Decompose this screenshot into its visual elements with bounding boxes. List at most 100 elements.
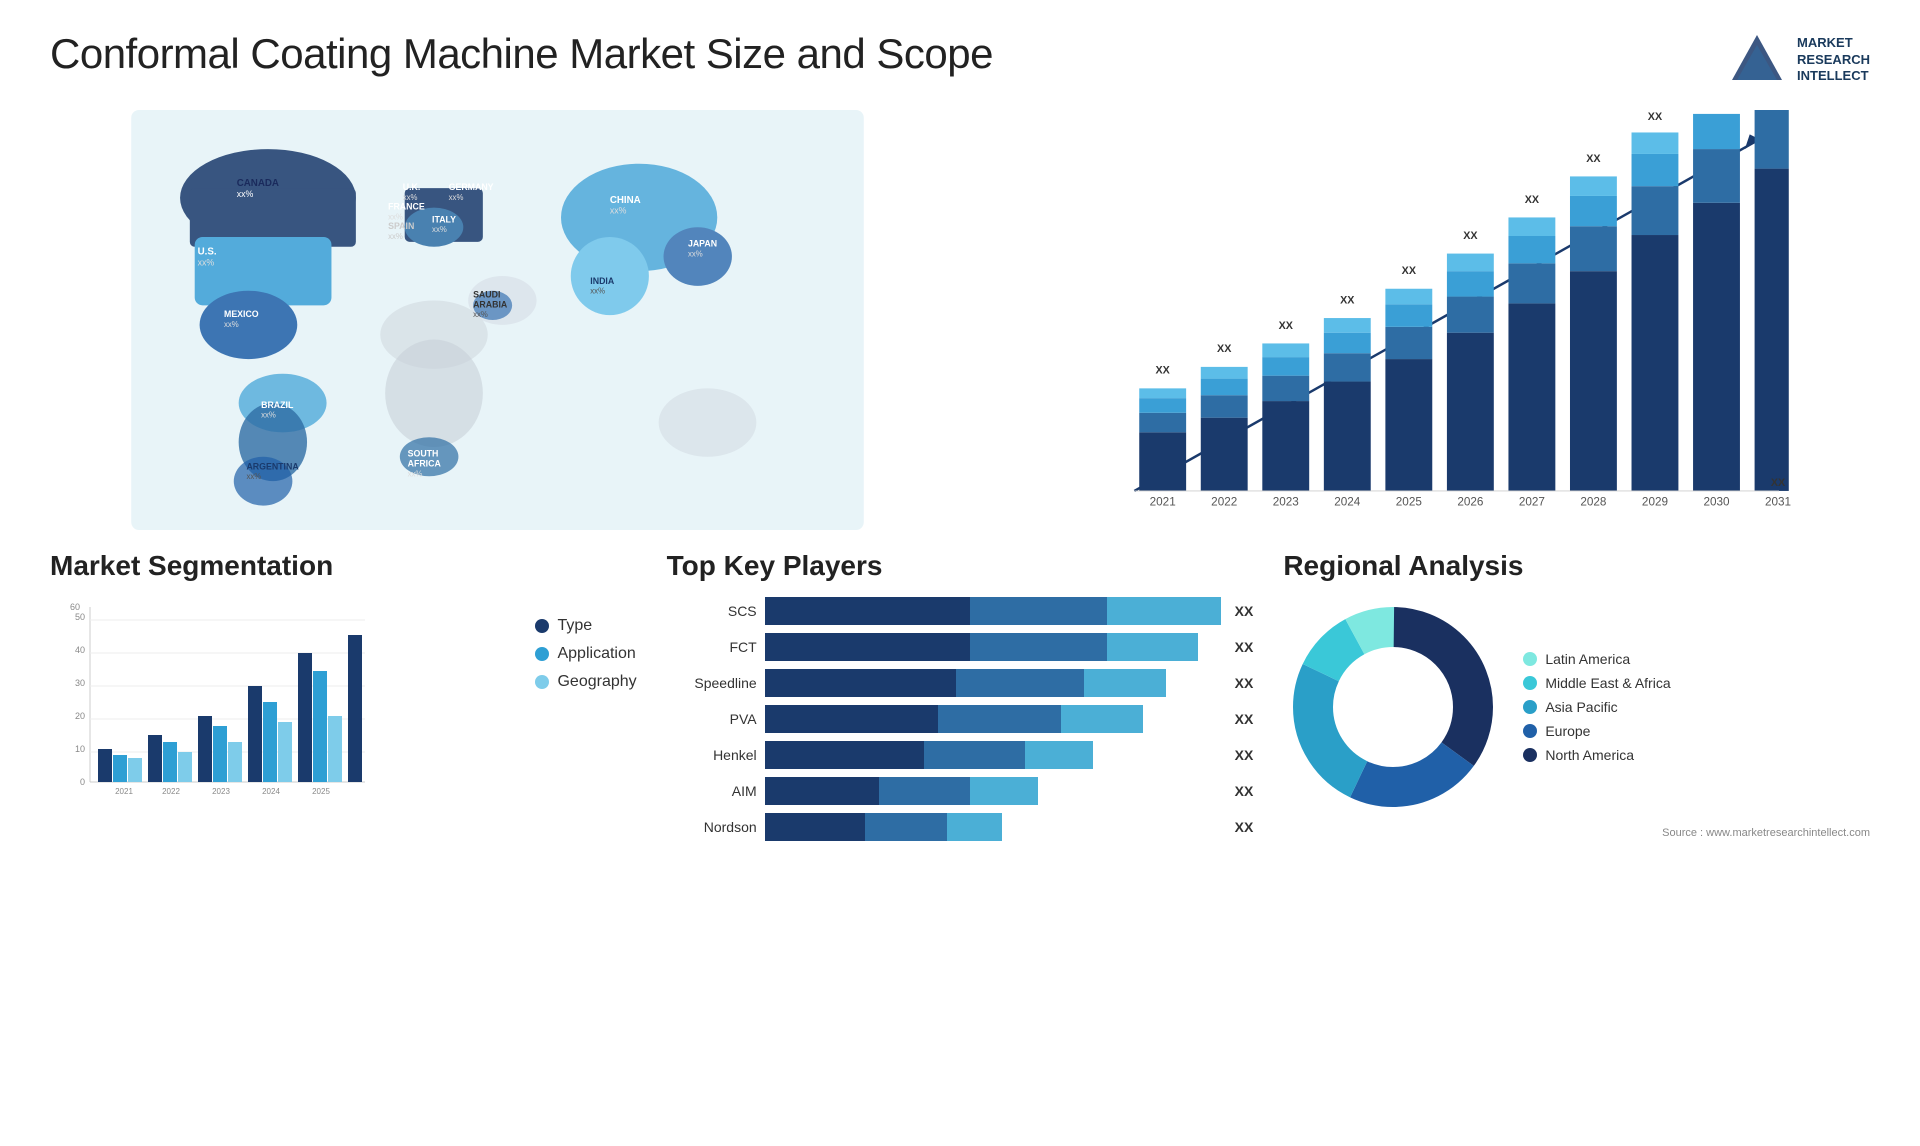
bar-seg1-scs <box>765 597 970 625</box>
svg-text:2022: 2022 <box>162 787 180 796</box>
svg-text:2023: 2023 <box>212 787 230 796</box>
svg-text:xx%: xx% <box>403 193 418 202</box>
svg-text:60: 60 <box>70 602 80 612</box>
svg-text:GERMANY: GERMANY <box>449 182 494 192</box>
legend-asia-pacific: Asia Pacific <box>1523 699 1670 715</box>
svg-text:xx%: xx% <box>408 469 423 478</box>
player-value-speedline: XX <box>1235 675 1254 691</box>
player-bar-henkel <box>765 741 1221 769</box>
player-row-speedline: Speedline XX <box>667 669 1254 697</box>
player-bar-fct <box>765 633 1221 661</box>
svg-text:BRAZIL: BRAZIL <box>261 400 294 410</box>
legend-dot-application <box>535 647 549 661</box>
svg-text:xx%: xx% <box>388 212 403 221</box>
svg-text:XX: XX <box>1525 194 1540 206</box>
legend-latin-america: Latin America <box>1523 651 1670 667</box>
seg-chart-svg: 0 10 20 30 40 50 60 <box>50 597 370 817</box>
svg-text:SAUDI: SAUDI <box>473 290 500 300</box>
player-value-fct: XX <box>1235 639 1254 655</box>
header: Conformal Coating Machine Market Size an… <box>50 30 1870 90</box>
dot-latin-america <box>1523 652 1537 666</box>
segmentation-section: Market Segmentation 0 10 20 30 40 50 <box>50 550 637 849</box>
svg-text:10: 10 <box>75 744 85 754</box>
dot-middle-east <box>1523 676 1537 690</box>
legend-item-geography: Geography <box>535 673 636 691</box>
svg-text:AFRICA: AFRICA <box>408 459 442 469</box>
svg-text:xx%: xx% <box>261 411 276 420</box>
svg-text:U.S.: U.S. <box>198 247 217 258</box>
svg-text:xx%: xx% <box>610 206 627 216</box>
player-name-pva: PVA <box>667 711 757 727</box>
svg-text:2027: 2027 <box>1519 496 1545 509</box>
seg-chart: 0 10 20 30 40 50 60 <box>50 597 515 822</box>
player-row-nordson: Nordson XX <box>667 813 1254 841</box>
svg-text:2025: 2025 <box>312 787 330 796</box>
svg-text:xx%: xx% <box>590 287 605 296</box>
player-name-henkel: Henkel <box>667 747 757 763</box>
svg-text:SOUTH: SOUTH <box>408 449 439 459</box>
bar-seg2-scs <box>970 597 1107 625</box>
bar-seg3-scs <box>1107 597 1221 625</box>
logo-container: MARKET RESEARCH INTELLECT <box>1727 30 1870 90</box>
world-map-svg: CANADA xx% U.S. xx% MEXICO xx% BRAZIL xx… <box>50 110 945 530</box>
svg-text:FRANCE: FRANCE <box>388 202 425 212</box>
svg-text:xx%: xx% <box>388 232 403 241</box>
player-name-nordson: Nordson <box>667 819 757 835</box>
svg-text:ARGENTINA: ARGENTINA <box>246 461 299 471</box>
svg-text:xx%: xx% <box>246 472 261 481</box>
dot-asia-pacific <box>1523 700 1537 714</box>
svg-text:CHINA: CHINA <box>610 195 641 206</box>
svg-text:2028: 2028 <box>1580 496 1607 509</box>
donut-container: Latin America Middle East & Africa Asia … <box>1283 597 1870 817</box>
player-value-nordson: XX <box>1235 819 1254 835</box>
svg-text:50: 50 <box>75 612 85 622</box>
svg-text:2021: 2021 <box>115 787 133 796</box>
player-value-scs: XX <box>1235 603 1254 619</box>
bottom-row: Market Segmentation 0 10 20 30 40 50 <box>50 550 1870 849</box>
dot-north-america <box>1523 748 1537 762</box>
legend-item-type: Type <box>535 617 636 635</box>
player-row-fct: FCT XX <box>667 633 1254 661</box>
key-players-section: Top Key Players SCS XX FC <box>667 550 1254 849</box>
regional-legend: Latin America Middle East & Africa Asia … <box>1523 651 1670 763</box>
seg-legend: Type Application Geography <box>535 597 636 691</box>
svg-text:XX: XX <box>1402 265 1417 277</box>
svg-text:XX: XX <box>1648 111 1663 123</box>
player-row-scs: SCS XX <box>667 597 1254 625</box>
svg-text:2026: 2026 <box>1457 496 1483 509</box>
player-bar-nordson <box>765 813 1221 841</box>
player-value-henkel: XX <box>1235 747 1254 763</box>
svg-text:XX: XX <box>1340 294 1355 306</box>
player-row-pva: PVA XX <box>667 705 1254 733</box>
logo-icon <box>1727 30 1787 90</box>
seg-chart-container: 0 10 20 30 40 50 60 <box>50 597 637 822</box>
svg-text:XX: XX <box>1279 320 1294 332</box>
svg-text:20: 20 <box>75 711 85 721</box>
legend-europe: Europe <box>1523 723 1670 739</box>
key-players-title: Top Key Players <box>667 550 1254 582</box>
source-text: Source : www.marketresearchintellect.com <box>1283 827 1870 839</box>
page-container: Conformal Coating Machine Market Size an… <box>0 0 1920 1146</box>
svg-text:XX: XX <box>1217 343 1232 355</box>
dot-europe <box>1523 724 1537 738</box>
svg-text:2030: 2030 <box>1703 496 1730 509</box>
svg-text:INDIA: INDIA <box>590 276 615 286</box>
svg-text:xx%: xx% <box>224 320 239 329</box>
player-name-speedline: Speedline <box>667 675 757 691</box>
svg-text:CANADA: CANADA <box>237 178 279 189</box>
logo-text: MARKET RESEARCH INTELLECT <box>1797 35 1870 86</box>
world-map-section: CANADA xx% U.S. xx% MEXICO xx% BRAZIL xx… <box>50 110 945 530</box>
regional-section: Regional Analysis <box>1283 550 1870 849</box>
svg-text:0: 0 <box>80 777 85 787</box>
svg-text:SPAIN: SPAIN <box>388 221 414 231</box>
svg-text:XX: XX <box>1463 230 1478 242</box>
player-bar-aim <box>765 777 1221 805</box>
svg-text:JAPAN: JAPAN <box>688 239 717 249</box>
player-value-pva: XX <box>1235 711 1254 727</box>
growth-chart-section: XX 2021 XX 2022 XX 2023 <box>975 110 1870 530</box>
svg-text:U.K.: U.K. <box>403 182 421 192</box>
player-bar-pva <box>765 705 1221 733</box>
svg-text:2024: 2024 <box>1334 496 1361 509</box>
svg-text:2029: 2029 <box>1642 496 1668 509</box>
svg-text:2024: 2024 <box>262 787 280 796</box>
